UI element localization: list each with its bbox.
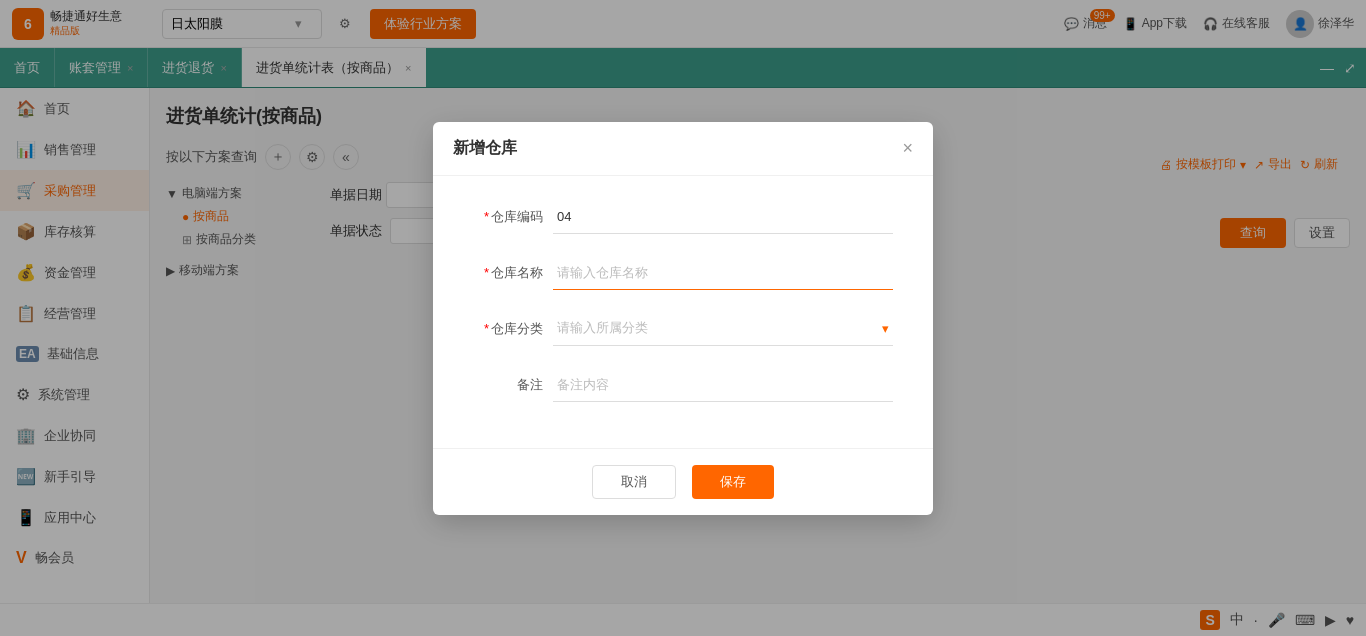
remark-row: 备注 <box>473 368 893 402</box>
cancel-button[interactable]: 取消 <box>592 465 676 499</box>
new-warehouse-modal: 新增仓库 × 仓库编码 仓库名称 仓库分类 请输入所属分类 ▾ <box>433 122 933 515</box>
modal-header: 新增仓库 × <box>433 122 933 176</box>
category-placeholder: 请输入所属分类 <box>557 319 648 337</box>
warehouse-name-row: 仓库名称 <box>473 256 893 290</box>
warehouse-name-label: 仓库名称 <box>473 264 553 282</box>
warehouse-code-input[interactable] <box>553 200 893 234</box>
modal-close-icon[interactable]: × <box>902 139 913 157</box>
warehouse-category-row: 仓库分类 请输入所属分类 ▾ <box>473 312 893 346</box>
modal-title: 新增仓库 <box>453 138 517 159</box>
save-button[interactable]: 保存 <box>692 465 774 499</box>
modal-overlay[interactable]: 新增仓库 × 仓库编码 仓库名称 仓库分类 请输入所属分类 ▾ <box>0 0 1366 636</box>
category-dropdown-icon: ▾ <box>882 321 889 336</box>
warehouse-category-select[interactable]: 请输入所属分类 ▾ <box>553 312 893 346</box>
warehouse-code-label: 仓库编码 <box>473 208 553 226</box>
remark-label: 备注 <box>473 376 553 394</box>
warehouse-code-row: 仓库编码 <box>473 200 893 234</box>
warehouse-category-label: 仓库分类 <box>473 320 553 338</box>
warehouse-name-input[interactable] <box>553 256 893 290</box>
modal-body: 仓库编码 仓库名称 仓库分类 请输入所属分类 ▾ 备注 <box>433 176 933 448</box>
modal-footer: 取消 保存 <box>433 448 933 515</box>
remark-input[interactable] <box>553 368 893 402</box>
